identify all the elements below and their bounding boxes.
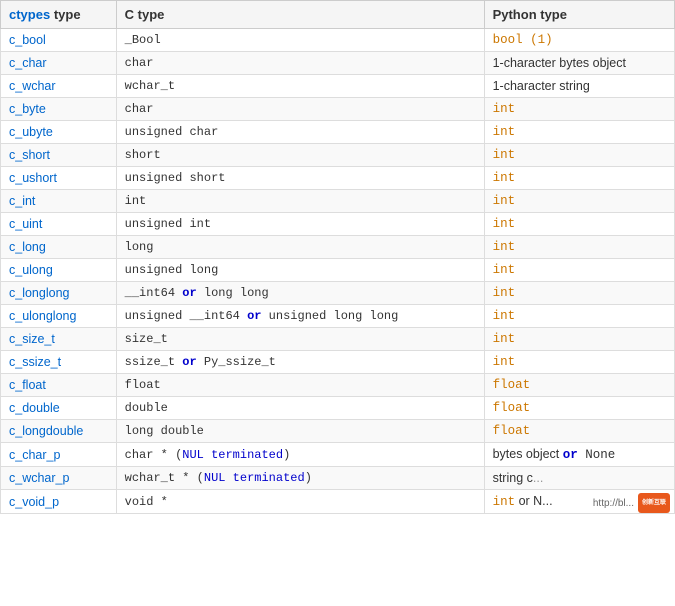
ctypes-table: ctypes type C type Python type c_bool_Bo…: [0, 0, 675, 514]
table-row: c_bytecharint: [1, 98, 675, 121]
ctypes-cell: c_longlong: [1, 282, 117, 305]
python-type-cell: float: [484, 374, 674, 397]
ctype-cell: wchar_t: [116, 75, 484, 98]
table-row: c_wchar_pwchar_t * (NUL terminated)strin…: [1, 467, 675, 490]
ctypes-cell: c_void_p: [1, 490, 117, 514]
ctype-cell: unsigned int: [116, 213, 484, 236]
python-type-cell: int: [484, 98, 674, 121]
ctype-cell: unsigned long: [116, 259, 484, 282]
python-type-cell: 1-character string: [484, 75, 674, 98]
ctypes-cell: c_ushort: [1, 167, 117, 190]
python-type-cell: int: [484, 236, 674, 259]
table-row: c_doubledoublefloat: [1, 397, 675, 420]
ctype-cell: long: [116, 236, 484, 259]
table-row: c_char_pchar * (NUL terminated)bytes obj…: [1, 443, 675, 467]
table-row: c_bool_Boolbool (1): [1, 29, 675, 52]
ctype-cell: double: [116, 397, 484, 420]
ctype-cell: wchar_t * (NUL terminated): [116, 467, 484, 490]
table-row: c_shortshortint: [1, 144, 675, 167]
table-row: c_ulonglongunsigned __int64 or unsigned …: [1, 305, 675, 328]
ctype-cell: _Bool: [116, 29, 484, 52]
ctypes-cell: c_char_p: [1, 443, 117, 467]
ctypes-cell: c_ulong: [1, 259, 117, 282]
ctypes-cell: c_size_t: [1, 328, 117, 351]
ctype-cell: void *: [116, 490, 484, 514]
ctypes-cell: c_longdouble: [1, 420, 117, 443]
ctypes-cell: c_ssize_t: [1, 351, 117, 374]
ctype-cell: short: [116, 144, 484, 167]
table-row: c_longlongint: [1, 236, 675, 259]
ctype-cell: unsigned short: [116, 167, 484, 190]
ctypes-cell: c_uint: [1, 213, 117, 236]
table-row: c_ushortunsigned shortint: [1, 167, 675, 190]
python-type-cell: int: [484, 328, 674, 351]
python-type-cell: int: [484, 144, 674, 167]
table-row: c_longlong__int64 or long longint: [1, 282, 675, 305]
python-type-cell: int: [484, 167, 674, 190]
ctype-cell: ssize_t or Py_ssize_t: [116, 351, 484, 374]
table-row: c_ssize_tssize_t or Py_ssize_tint: [1, 351, 675, 374]
table-row: c_longdoublelong doublefloat: [1, 420, 675, 443]
python-type-cell: int: [484, 282, 674, 305]
ctypes-cell: c_ubyte: [1, 121, 117, 144]
ctype-cell: unsigned __int64 or unsigned long long: [116, 305, 484, 328]
table-row: c_charchar1-character bytes object: [1, 52, 675, 75]
python-type-cell: int: [484, 351, 674, 374]
ctypes-cell: c_bool: [1, 29, 117, 52]
table-row: c_wcharwchar_t1-character string: [1, 75, 675, 98]
ctypes-header-highlight: ctypes: [9, 7, 50, 22]
python-type-cell: int or N...http://bl...创新互联: [484, 490, 674, 514]
ctypes-cell: c_byte: [1, 98, 117, 121]
ctypes-cell: c_wchar_p: [1, 467, 117, 490]
python-type-cell: float: [484, 397, 674, 420]
ctype-cell: float: [116, 374, 484, 397]
ctypes-cell: c_ulonglong: [1, 305, 117, 328]
ctype-cell: unsigned char: [116, 121, 484, 144]
python-type-cell: string c...: [484, 467, 674, 490]
header-ctype: C type: [116, 1, 484, 29]
table-row: c_floatfloatfloat: [1, 374, 675, 397]
ctype-cell: char: [116, 98, 484, 121]
table-row: c_uintunsigned intint: [1, 213, 675, 236]
header-python: Python type: [484, 1, 674, 29]
ctypes-cell: c_float: [1, 374, 117, 397]
ctypes-cell: c_int: [1, 190, 117, 213]
ctypes-cell: c_short: [1, 144, 117, 167]
table-row: c_ubyteunsigned charint: [1, 121, 675, 144]
python-type-cell: bool (1): [484, 29, 674, 52]
ctype-cell: size_t: [116, 328, 484, 351]
ctype-cell: char * (NUL terminated): [116, 443, 484, 467]
ctype-cell: int: [116, 190, 484, 213]
ctype-cell: long double: [116, 420, 484, 443]
python-type-cell: int: [484, 259, 674, 282]
ctype-cell: char: [116, 52, 484, 75]
python-type-cell: 1-character bytes object: [484, 52, 674, 75]
table-row: c_ulongunsigned longint: [1, 259, 675, 282]
python-type-cell: int: [484, 213, 674, 236]
python-type-cell: int: [484, 305, 674, 328]
ctypes-cell: c_char: [1, 52, 117, 75]
ctypes-cell: c_long: [1, 236, 117, 259]
header-ctypes: ctypes type: [1, 1, 117, 29]
table-row: c_size_tsize_tint: [1, 328, 675, 351]
ctype-cell: __int64 or long long: [116, 282, 484, 305]
ctypes-cell: c_double: [1, 397, 117, 420]
python-type-cell: int: [484, 190, 674, 213]
python-type-cell: bytes object or None: [484, 443, 674, 467]
table-header-row: ctypes type C type Python type: [1, 1, 675, 29]
python-type-cell: float: [484, 420, 674, 443]
python-type-cell: int: [484, 121, 674, 144]
table-row: c_void_pvoid *int or N...http://bl...创新互…: [1, 490, 675, 514]
ctypes-cell: c_wchar: [1, 75, 117, 98]
table-row: c_intintint: [1, 190, 675, 213]
